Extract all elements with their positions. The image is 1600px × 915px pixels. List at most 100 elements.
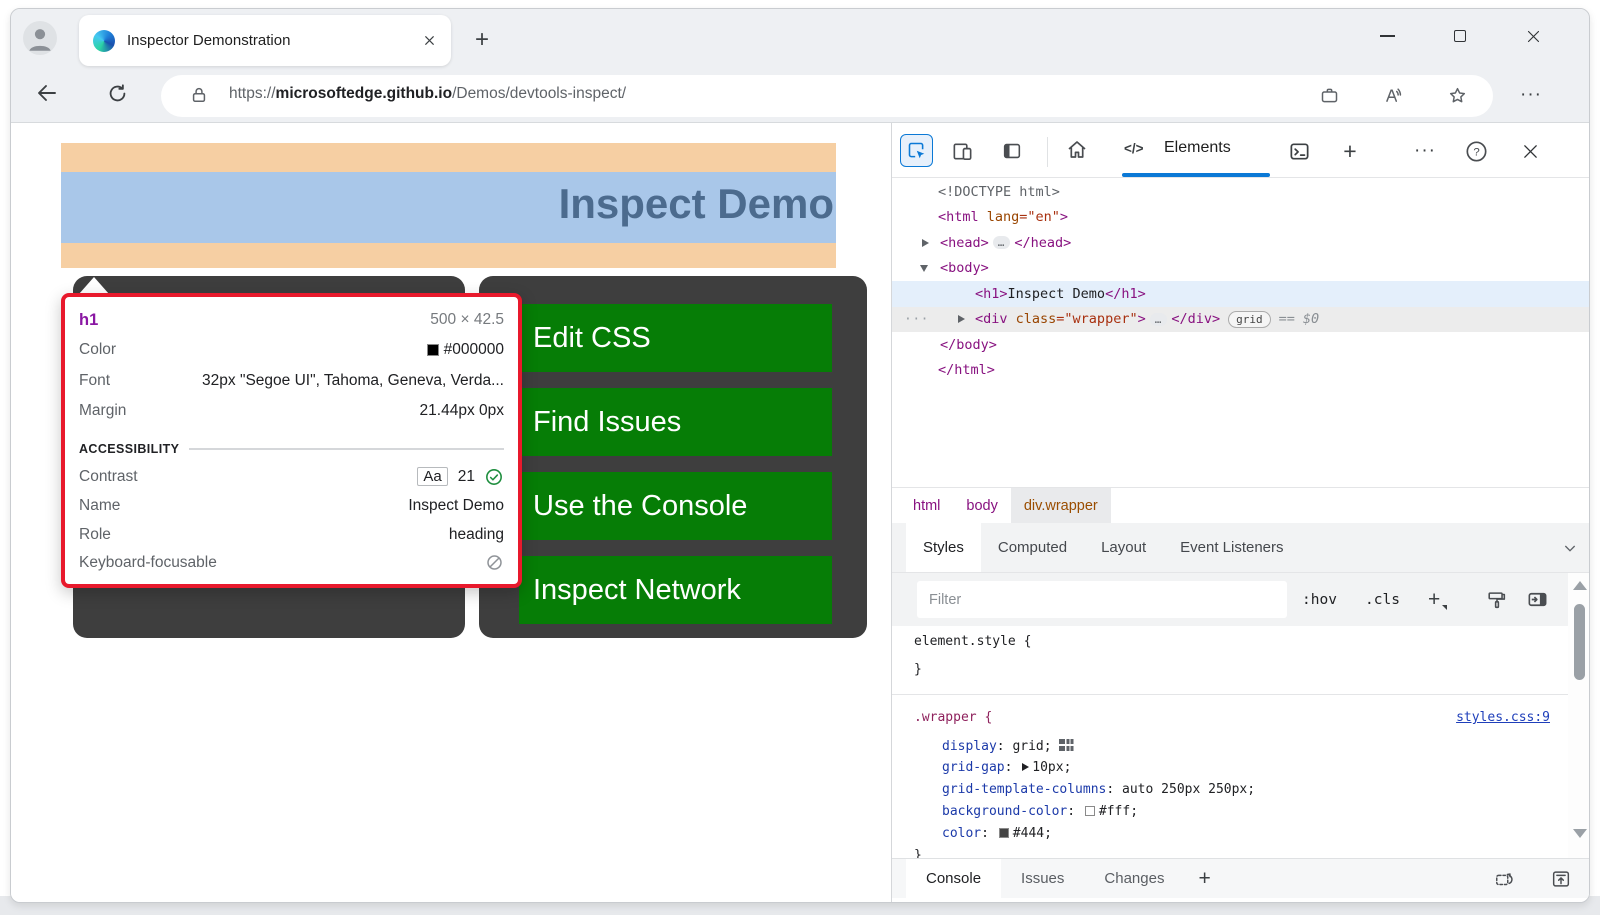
css-prop-color[interactable]: color: #444; (942, 826, 1052, 841)
contrast-value: 21 (458, 468, 475, 486)
tab-close-icon[interactable] (419, 31, 439, 51)
tab-elements[interactable]: Elements (1164, 139, 1231, 157)
edge-logo-icon (93, 30, 115, 52)
color-swatch[interactable] (999, 828, 1009, 838)
tab-computed[interactable]: Computed (981, 523, 1084, 572)
css-prop-grid-gap[interactable]: grid-gap: 10px; (942, 760, 1071, 775)
breadcrumb-div-wrapper[interactable]: div.wrapper (1011, 488, 1111, 523)
devtools-more-button[interactable]: ··· (1410, 136, 1440, 166)
dom-more-actions[interactable]: ··· (904, 312, 929, 327)
add-tab-button[interactable]: + (1335, 136, 1365, 166)
toggle-element-classes[interactable]: .cls (1365, 573, 1400, 626)
help-button[interactable]: ? (1462, 137, 1490, 165)
more-tabs-chevron-icon[interactable] (1562, 523, 1578, 572)
dom-tree: <!DOCTYPE html> <html lang="en"> <head>…… (892, 179, 1590, 383)
toggle-hover-state[interactable]: :hov (1302, 573, 1337, 626)
expand-longhand-icon[interactable] (1022, 763, 1029, 771)
contrast-sample: Aa (417, 467, 447, 486)
new-tab-button[interactable]: + (467, 25, 497, 55)
screen: Inspector Demonstration + (0, 0, 1600, 915)
home-welcome-button[interactable] (1064, 137, 1090, 163)
contrast-pass-check-icon (484, 467, 504, 487)
expand-drawer-icon[interactable] (1548, 866, 1574, 892)
tab-title: Inspector Demonstration (127, 32, 419, 49)
tooltip-margin-value: 21.44px 0px (420, 402, 504, 420)
styles-filter-input[interactable] (917, 581, 1287, 618)
window-close-button[interactable] (1518, 21, 1548, 51)
stylesheet-source-link[interactable]: styles.css:9 (1456, 710, 1550, 725)
browser-tab[interactable]: Inspector Demonstration (79, 15, 451, 66)
favorite-star-icon[interactable] (1447, 85, 1468, 106)
tab-issues[interactable]: Issues (1001, 859, 1084, 898)
address-bar[interactable]: https://microsoftedge.github.io/Demos/de… (161, 75, 1493, 117)
dom-div-wrapper-row[interactable]: ···<div class="wrapper">…</div>grid==$0 (892, 307, 1590, 333)
scroll-down-arrow[interactable] (1573, 829, 1587, 838)
expand-arrow-icon[interactable] (922, 239, 929, 247)
lock-icon[interactable] (189, 85, 209, 105)
breadcrumb-html[interactable]: html (900, 488, 953, 523)
devtools-close-button[interactable] (1516, 137, 1544, 165)
scrollbar-thumb[interactable] (1574, 604, 1585, 680)
right-card-panel: Edit CSS Find Issues Use the Console Ins… (479, 276, 867, 638)
collapse-arrow-icon[interactable] (920, 265, 928, 272)
tab-console[interactable]: Console (906, 859, 1001, 898)
tab-event-listeners[interactable]: Event Listeners (1163, 523, 1300, 572)
styles-pane: element.style { } .wrapper { styles.css:… (892, 626, 1568, 858)
window-maximize-button[interactable] (1445, 21, 1475, 51)
expand-arrow-icon[interactable] (958, 315, 965, 323)
name-value: Inspect Demo (408, 497, 504, 515)
dom-body-close-row[interactable]: </body> (892, 332, 1590, 358)
rendering-emulation-icon[interactable] (1486, 573, 1508, 626)
tab-layout[interactable]: Layout (1084, 523, 1163, 572)
settings-more-button[interactable]: ··· (1516, 80, 1546, 110)
console-drawer-button[interactable] (1286, 138, 1312, 164)
collections-icon[interactable] (1319, 85, 1340, 106)
read-aloud-icon[interactable] (1383, 85, 1404, 106)
scroll-up-arrow[interactable] (1573, 581, 1587, 590)
css-prop-grid-template-columns[interactable]: grid-template-columns: auto 250px 250px; (942, 782, 1255, 797)
inspect-element-tool-button[interactable] (900, 134, 933, 167)
dom-doctype-row[interactable]: <!DOCTYPE html> (892, 179, 1590, 205)
styles-scrollbar (1568, 573, 1590, 858)
breadcrumb-body[interactable]: body (953, 488, 1010, 523)
styles-filter-bar: :hov .cls + (892, 573, 1568, 626)
color-swatch (427, 344, 439, 356)
dom-h1-row-selected[interactable]: <h1>Inspect Demo</h1> (892, 281, 1590, 307)
h1-margin-highlight-bottom (61, 243, 836, 268)
tab-styles[interactable]: Styles (906, 523, 981, 572)
dom-head-row[interactable]: <head>…</head> (892, 230, 1590, 256)
dom-html-close-row[interactable]: </html> (892, 358, 1590, 384)
drawer-tab-bar: Console Issues Changes + (892, 858, 1590, 898)
section-divider (189, 448, 504, 450)
grid-overlay-badge[interactable]: grid (1228, 311, 1271, 328)
find-issues-button[interactable]: Find Issues (519, 388, 832, 456)
element-style-rule[interactable]: element.style { (914, 634, 1031, 649)
profile-avatar[interactable] (23, 21, 57, 55)
focus-page-icon[interactable] (1492, 866, 1518, 892)
css-prop-background-color[interactable]: background-color: #fff; (942, 804, 1138, 819)
window-minimize-button[interactable] (1372, 21, 1402, 51)
dock-side-button[interactable] (1000, 139, 1024, 163)
new-style-rule-button[interactable]: + (1428, 573, 1440, 626)
css-prop-display[interactable]: display: grid; (942, 738, 1074, 754)
browser-window: Inspector Demonstration + (10, 8, 1590, 903)
div-ellipsis-expander[interactable]: … (1150, 313, 1168, 326)
head-ellipsis-expander[interactable]: … (993, 236, 1011, 249)
use-the-console-button[interactable]: Use the Console (519, 472, 832, 540)
dom-html-open-row[interactable]: <html lang="en"> (892, 205, 1590, 231)
edit-css-button[interactable]: Edit CSS (519, 304, 832, 372)
tooltip-color-label: Color (79, 341, 116, 359)
wrapper-rule-selector[interactable]: .wrapper { (914, 710, 992, 725)
devtools-toolbar: </> Elements + ··· ? (892, 123, 1590, 178)
grid-editor-badge-icon[interactable] (1058, 738, 1074, 752)
add-drawer-tab-button[interactable]: + (1184, 859, 1224, 898)
color-swatch[interactable] (1085, 806, 1095, 816)
role-value: heading (449, 526, 504, 544)
inspect-network-button[interactable]: Inspect Network (519, 556, 832, 624)
tab-changes[interactable]: Changes (1084, 859, 1184, 898)
refresh-button[interactable] (101, 77, 133, 109)
back-button[interactable] (31, 77, 63, 109)
computed-sidebar-toggle-icon[interactable] (1526, 573, 1549, 626)
dom-body-open-row[interactable]: <body> (892, 256, 1590, 282)
device-emulation-button[interactable] (950, 139, 974, 163)
